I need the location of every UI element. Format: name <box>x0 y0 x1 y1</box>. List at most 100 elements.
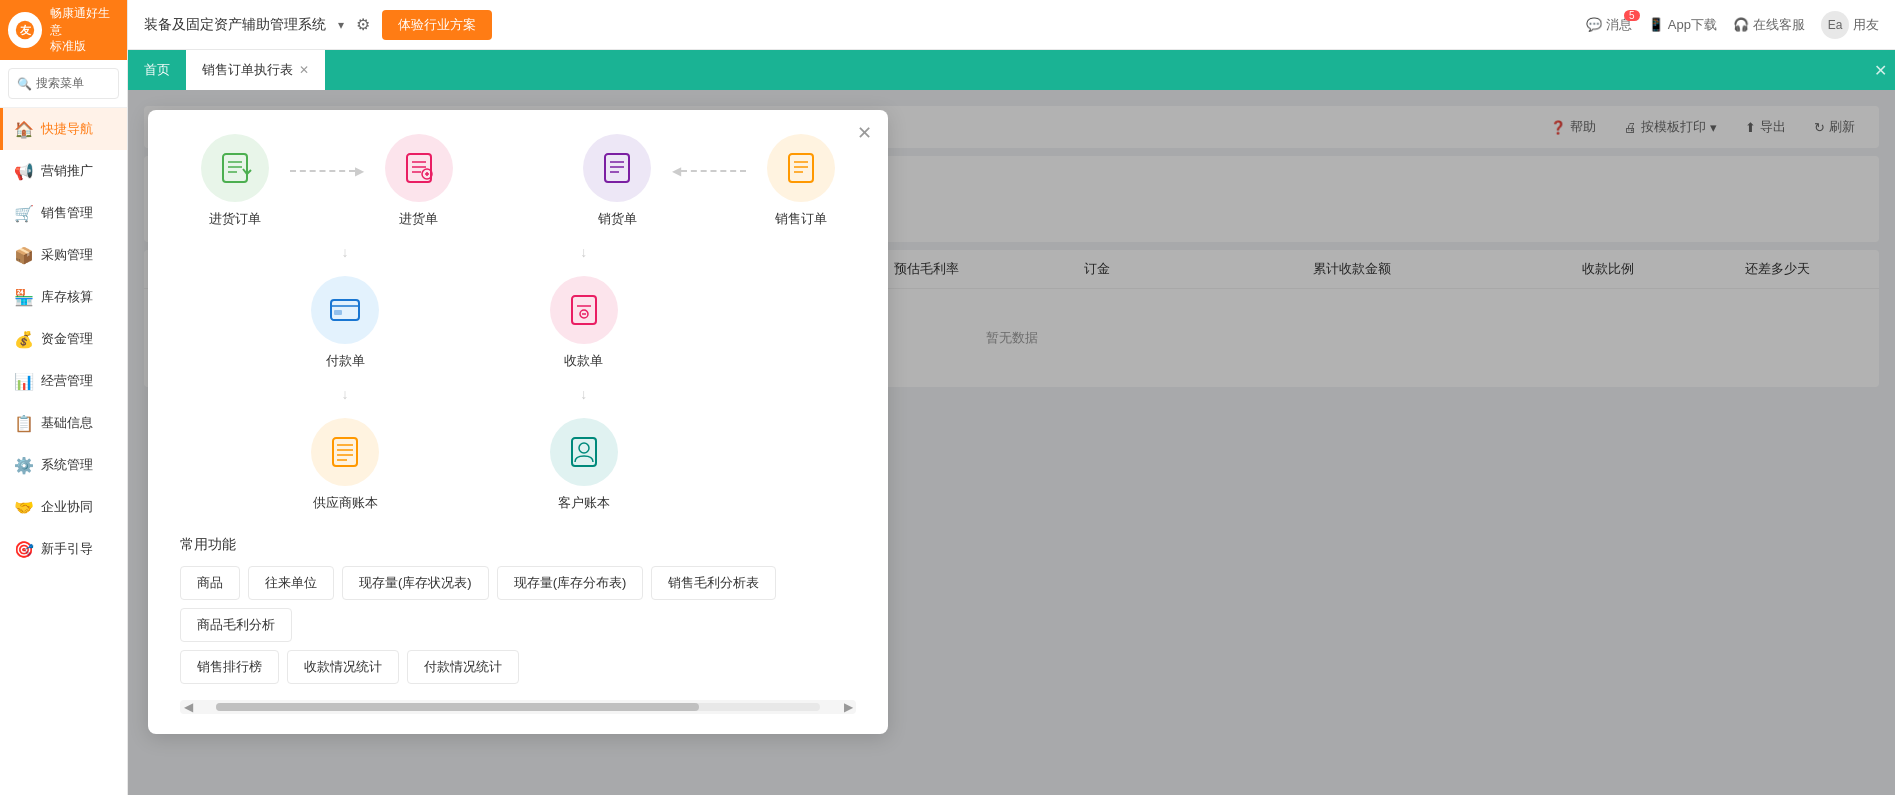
sidebar-item-enterprise[interactable]: 🤝 企业协同 <box>0 486 127 528</box>
func-btn-sales-profit-analysis[interactable]: 销售毛利分析表 <box>651 566 776 600</box>
app-download-button[interactable]: 📱 App下载 <box>1648 16 1717 34</box>
content-area: ❓ 帮助 🖨 按模板打印 ▾ ⬆ 导出 ↻ 刷新 <box>128 90 1895 795</box>
sales-icon: 🛒 <box>15 204 33 222</box>
basic-info-icon: 📋 <box>15 414 33 432</box>
function-buttons-row2: 销售排行榜 收款情况统计 付款情况统计 <box>180 650 856 684</box>
user-area[interactable]: Ea 用友 <box>1821 11 1879 39</box>
flow-node-receipt-slip[interactable]: 收款单 <box>529 276 639 370</box>
sidebar-item-purchase[interactable]: 📦 采购管理 <box>0 234 127 276</box>
app-dropdown[interactable]: ▾ <box>338 18 344 32</box>
flow-node-supplier-ledger[interactable]: 供应商账本 <box>290 418 400 512</box>
topbar: 装备及固定资产辅助管理系统 ▾ ⚙ 体验行业方案 💬 消息 5 📱 App下载 … <box>128 0 1895 50</box>
purchase-slip-label: 进货单 <box>399 210 438 228</box>
svg-point-34 <box>579 443 589 453</box>
tab-close-icon[interactable]: ✕ <box>299 63 309 77</box>
scrollbar-thumb[interactable] <box>216 703 699 711</box>
func-btn-stock-status[interactable]: 现存量(库存状况表) <box>342 566 489 600</box>
tab-sales-order[interactable]: 销售订单执行表 ✕ <box>186 50 325 90</box>
sidebar-item-system[interactable]: ⚙️ 系统管理 <box>0 444 127 486</box>
message-button[interactable]: 💬 消息 5 <box>1586 16 1632 34</box>
func-btn-counterpart[interactable]: 往来单位 <box>248 566 334 600</box>
sales-slip-icon <box>583 134 651 202</box>
purchase-order-icon <box>201 134 269 202</box>
scroll-right-arrow[interactable]: ▶ <box>840 699 856 715</box>
online-service-button[interactable]: 🎧 在线客服 <box>1733 16 1805 34</box>
modal-close-button[interactable]: ✕ <box>857 122 872 144</box>
arrow-1: ▶ <box>290 164 364 198</box>
sidebar-item-operations[interactable]: 📊 经营管理 <box>0 360 127 402</box>
main-area: 装备及固定资产辅助管理系统 ▾ ⚙ 体验行业方案 💬 消息 5 📱 App下载 … <box>128 0 1895 795</box>
svg-text:友: 友 <box>19 24 32 36</box>
sidebar-item-marketing[interactable]: 📢 营销推广 <box>0 150 127 192</box>
scrollbar-track[interactable] <box>216 703 820 711</box>
customer-ledger-icon <box>550 418 618 486</box>
inventory-icon: 🏪 <box>15 288 33 306</box>
supplier-ledger-label: 供应商账本 <box>313 494 378 512</box>
marketing-icon: 📢 <box>15 162 33 180</box>
purchase-order-label: 进货订单 <box>209 210 261 228</box>
trial-button[interactable]: 体验行业方案 <box>382 10 492 40</box>
sidebar-item-finance[interactable]: 💰 资金管理 <box>0 318 127 360</box>
arrow-2: ◀ <box>672 164 746 198</box>
avatar: Ea <box>1821 11 1849 39</box>
settings-icon[interactable]: ⚙ <box>356 15 370 34</box>
function-buttons: 商品 往来单位 现存量(库存状况表) 现存量(库存分布表) 销售毛利分析表 商品… <box>180 566 856 642</box>
flow-row-1: 进货订单 ▶ 进 <box>180 134 856 228</box>
flow-node-purchase-order[interactable]: 进货订单 <box>180 134 290 228</box>
sales-order-label: 销售订单 <box>775 210 827 228</box>
payment-slip-icon <box>311 276 379 344</box>
sales-slip-label: 销货单 <box>598 210 637 228</box>
sidebar-item-basic-info[interactable]: 📋 基础信息 <box>0 402 127 444</box>
search-menu-button[interactable]: 🔍 搜索菜单 <box>8 68 119 99</box>
func-btn-payment-stats[interactable]: 付款情况统计 <box>407 650 519 684</box>
sidebar-item-sales[interactable]: 🛒 销售管理 <box>0 192 127 234</box>
modal-scrollbar[interactable]: ◀ ▶ <box>180 700 856 714</box>
scroll-left-arrow[interactable]: ◀ <box>180 699 196 715</box>
message-icon: 💬 <box>1586 17 1602 32</box>
flow-node-sales-order[interactable]: 销售订单 <box>746 134 856 228</box>
newbie-icon: 🎯 <box>15 540 33 558</box>
flow-row-2: 付款单 收款单 <box>180 276 856 370</box>
common-functions: 常用功能 商品 往来单位 现存量(库存状况表) 现存量(库存分布表) 销售毛利分… <box>180 536 856 684</box>
flow-node-payment-slip[interactable]: 付款单 <box>290 276 400 370</box>
receipt-slip-icon <box>550 276 618 344</box>
svg-rect-28 <box>333 438 357 466</box>
flow-node-sales-slip[interactable]: 销货单 <box>562 134 672 228</box>
modal-overlay[interactable]: ✕ 进货订单 <box>128 90 1895 795</box>
sidebar-nav: 🏠 快捷导航 📢 营销推广 🛒 销售管理 📦 采购管理 🏪 库存核算 💰 <box>0 108 127 795</box>
download-icon: 📱 <box>1648 17 1664 32</box>
customer-ledger-label: 客户账本 <box>558 494 610 512</box>
flow-node-purchase-slip[interactable]: 进货单 <box>364 134 474 228</box>
svg-rect-6 <box>407 154 431 182</box>
search-icon: 🔍 <box>17 77 32 91</box>
func-btn-receipt-stats[interactable]: 收款情况统计 <box>287 650 399 684</box>
flow-row-3: 供应商账本 客户账本 <box>180 418 856 512</box>
sidebar: 友 畅康通好生意 标准版 🔍 搜索菜单 🏠 快捷导航 📢 营销推广 � <box>0 0 128 795</box>
operations-icon: 📊 <box>15 372 33 390</box>
home-icon: 🏠 <box>15 120 33 138</box>
sidebar-item-newbie[interactable]: 🎯 新手引导 <box>0 528 127 570</box>
close-all-tabs-button[interactable]: ✕ <box>1874 61 1887 80</box>
arrow-row-down: ↓ ↓ <box>180 244 856 260</box>
tab-home[interactable]: 首页 <box>128 50 186 90</box>
func-btn-sales-ranking[interactable]: 销售排行榜 <box>180 650 279 684</box>
app-title: 装备及固定资产辅助管理系统 <box>144 16 326 34</box>
logo-icon: 友 <box>8 12 42 48</box>
receipt-slip-label: 收款单 <box>564 352 603 370</box>
sidebar-item-inventory[interactable]: 🏪 库存核算 <box>0 276 127 318</box>
finance-icon: 💰 <box>15 330 33 348</box>
chevron-down-icon: ▾ <box>338 18 344 32</box>
common-functions-title: 常用功能 <box>180 536 856 554</box>
system-icon: ⚙️ <box>15 456 33 474</box>
func-btn-product[interactable]: 商品 <box>180 566 240 600</box>
svg-rect-17 <box>789 154 813 182</box>
func-btn-stock-distribution[interactable]: 现存量(库存分布表) <box>497 566 644 600</box>
enterprise-icon: 🤝 <box>15 498 33 516</box>
quick-nav-modal: ✕ 进货订单 <box>148 110 888 734</box>
service-icon: 🎧 <box>1733 17 1749 32</box>
func-btn-product-profit-analysis[interactable]: 商品毛利分析 <box>180 608 292 642</box>
sidebar-item-quick-nav[interactable]: 🏠 快捷导航 <box>0 108 127 150</box>
payment-slip-label: 付款单 <box>326 352 365 370</box>
arrow-row-down-2: ↓ ↓ <box>180 386 856 402</box>
flow-node-customer-ledger[interactable]: 客户账本 <box>529 418 639 512</box>
